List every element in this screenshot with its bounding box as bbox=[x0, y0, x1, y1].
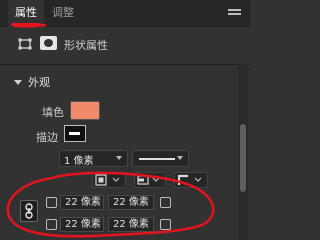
stroke-corner-dropdown[interactable] bbox=[174, 172, 208, 188]
stroke-label: 描边 bbox=[36, 131, 58, 144]
corner-bottom-right-icon bbox=[160, 219, 171, 230]
mask-icon[interactable] bbox=[40, 36, 57, 50]
hamburger-menu-icon[interactable] bbox=[228, 9, 241, 18]
corner-bottom-left-icon bbox=[46, 219, 57, 230]
fill-label: 填色 bbox=[42, 106, 64, 119]
stroke-align-dropdown[interactable] bbox=[92, 172, 126, 188]
tab-properties[interactable]: 属性 bbox=[8, 0, 44, 27]
corner-radius-bottom-right-input[interactable]: 22 像素 bbox=[108, 217, 154, 232]
stroke-type-dropdown[interactable] bbox=[132, 150, 189, 167]
panel-title: 形状属性 bbox=[64, 39, 108, 52]
stroke-align-icon bbox=[95, 174, 120, 186]
corner-radius-top-left-input[interactable]: 22 像素 bbox=[60, 195, 104, 210]
panel-tab-bar: 属性 调整 bbox=[0, 0, 250, 27]
stroke-corner-icon bbox=[177, 174, 202, 185]
link-icon bbox=[25, 203, 33, 219]
appearance-header-label: 外观 bbox=[28, 76, 50, 89]
corner-radius-top-right-input[interactable]: 22 像素 bbox=[108, 195, 154, 210]
appearance-section-header[interactable]: 外观 bbox=[14, 74, 50, 90]
shape-transform-icon[interactable] bbox=[18, 38, 32, 50]
scrollbar-thumb[interactable] bbox=[240, 124, 246, 192]
tab-adjustments[interactable]: 调整 bbox=[52, 0, 74, 27]
chevron-down-icon bbox=[116, 156, 122, 160]
fill-color-swatch[interactable] bbox=[70, 101, 100, 120]
stroke-cap-icon bbox=[137, 175, 160, 185]
divider bbox=[0, 64, 250, 65]
stroke-width-dropdown[interactable]: 1 像素 bbox=[59, 150, 128, 167]
stroke-cap-dropdown[interactable] bbox=[134, 172, 166, 188]
corner-top-left-icon bbox=[46, 197, 57, 208]
stroke-color-swatch[interactable] bbox=[64, 125, 86, 142]
corner-radius-bottom-left-input[interactable]: 22 像素 bbox=[60, 217, 104, 232]
chevron-down-icon bbox=[14, 80, 22, 85]
corner-top-right-icon bbox=[160, 197, 171, 208]
solid-line-icon bbox=[139, 158, 175, 160]
stroke-width-value: 1 像素 bbox=[64, 156, 94, 167]
link-corners-toggle[interactable] bbox=[20, 200, 38, 222]
chevron-down-icon bbox=[177, 156, 183, 160]
